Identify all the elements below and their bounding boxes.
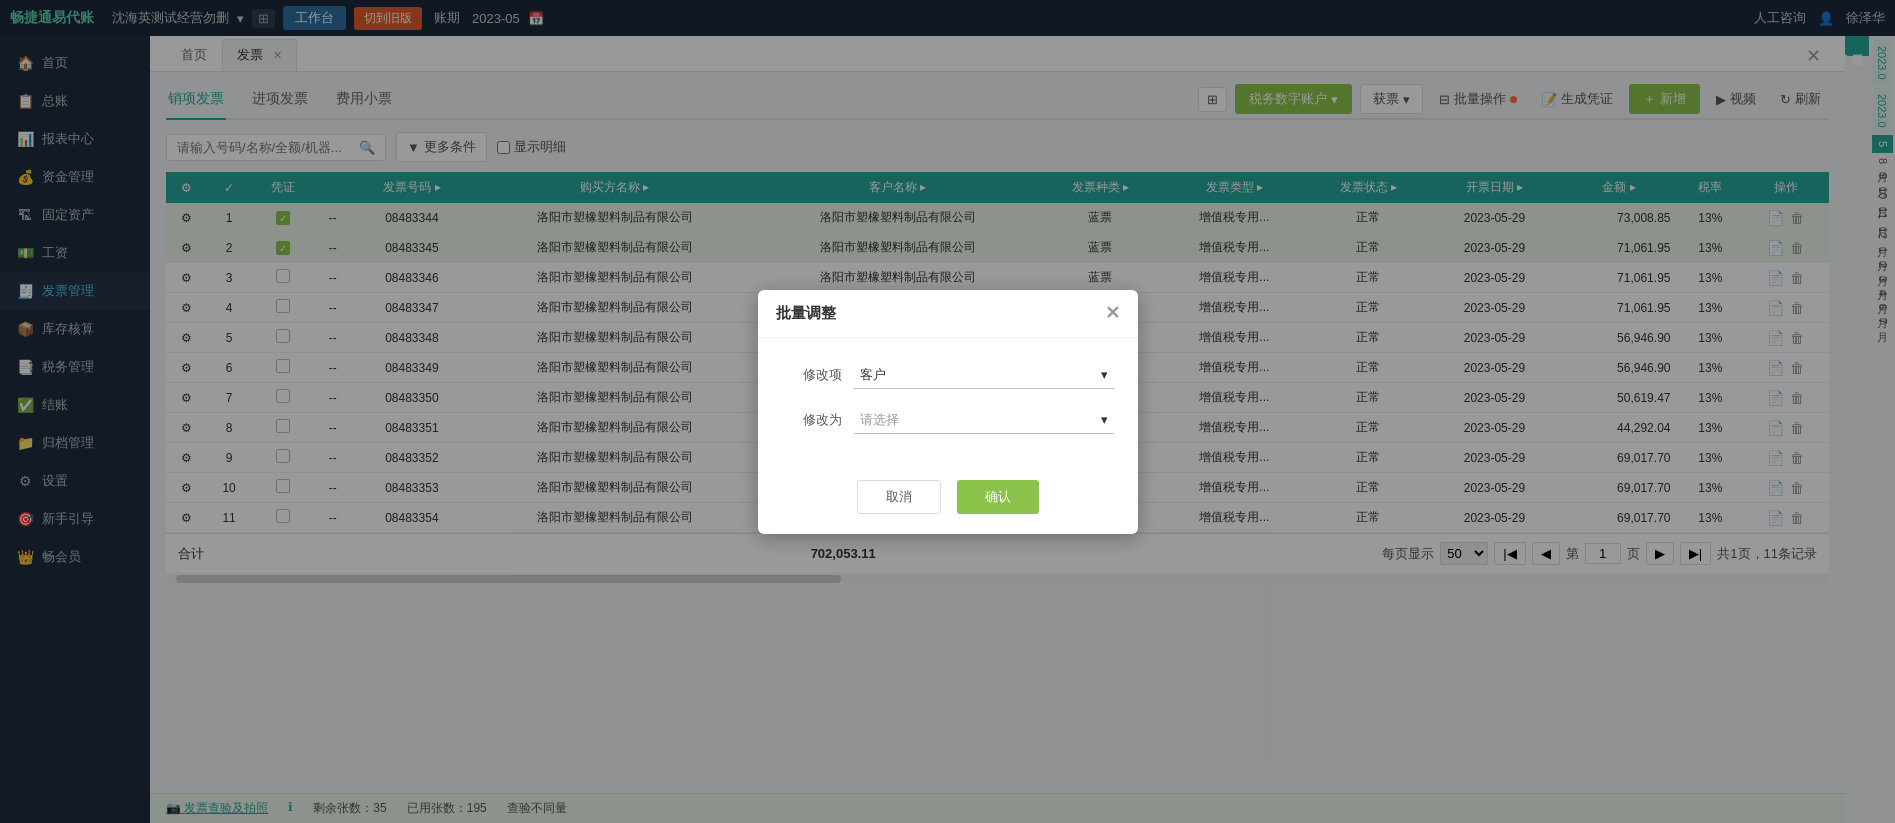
modal-cancel-btn[interactable]: 取消 <box>857 480 941 514</box>
modify-item-value: 客户 <box>860 366 886 384</box>
modify-to-label: 修改为 <box>782 411 842 429</box>
modal-body: 修改项 客户 ▾ 修改为 请选择 ▾ <box>758 338 1138 468</box>
modal-header: 批量调整 ✕ <box>758 290 1138 338</box>
modify-item-select[interactable]: 客户 ▾ <box>854 362 1114 389</box>
modal-confirm-btn[interactable]: 确认 <box>957 480 1039 514</box>
modify-to-row: 修改为 请选择 ▾ <box>782 407 1114 434</box>
modal-overlay: 批量调整 ✕ 修改项 客户 ▾ 修改为 请选择 ▾ 取消 确认 <box>0 0 1895 823</box>
modal-title: 批量调整 <box>776 304 836 323</box>
modify-item-row: 修改项 客户 ▾ <box>782 362 1114 389</box>
modify-to-placeholder: 请选择 <box>860 411 899 429</box>
modify-to-select[interactable]: 请选择 ▾ <box>854 407 1114 434</box>
modify-item-label: 修改项 <box>782 366 842 384</box>
batch-adjust-modal: 批量调整 ✕ 修改项 客户 ▾ 修改为 请选择 ▾ 取消 确认 <box>758 290 1138 534</box>
modify-item-dropdown-icon: ▾ <box>1101 367 1108 382</box>
modal-close-btn[interactable]: ✕ <box>1105 304 1120 322</box>
modal-footer: 取消 确认 <box>758 468 1138 534</box>
modify-to-dropdown-icon: ▾ <box>1101 412 1108 427</box>
